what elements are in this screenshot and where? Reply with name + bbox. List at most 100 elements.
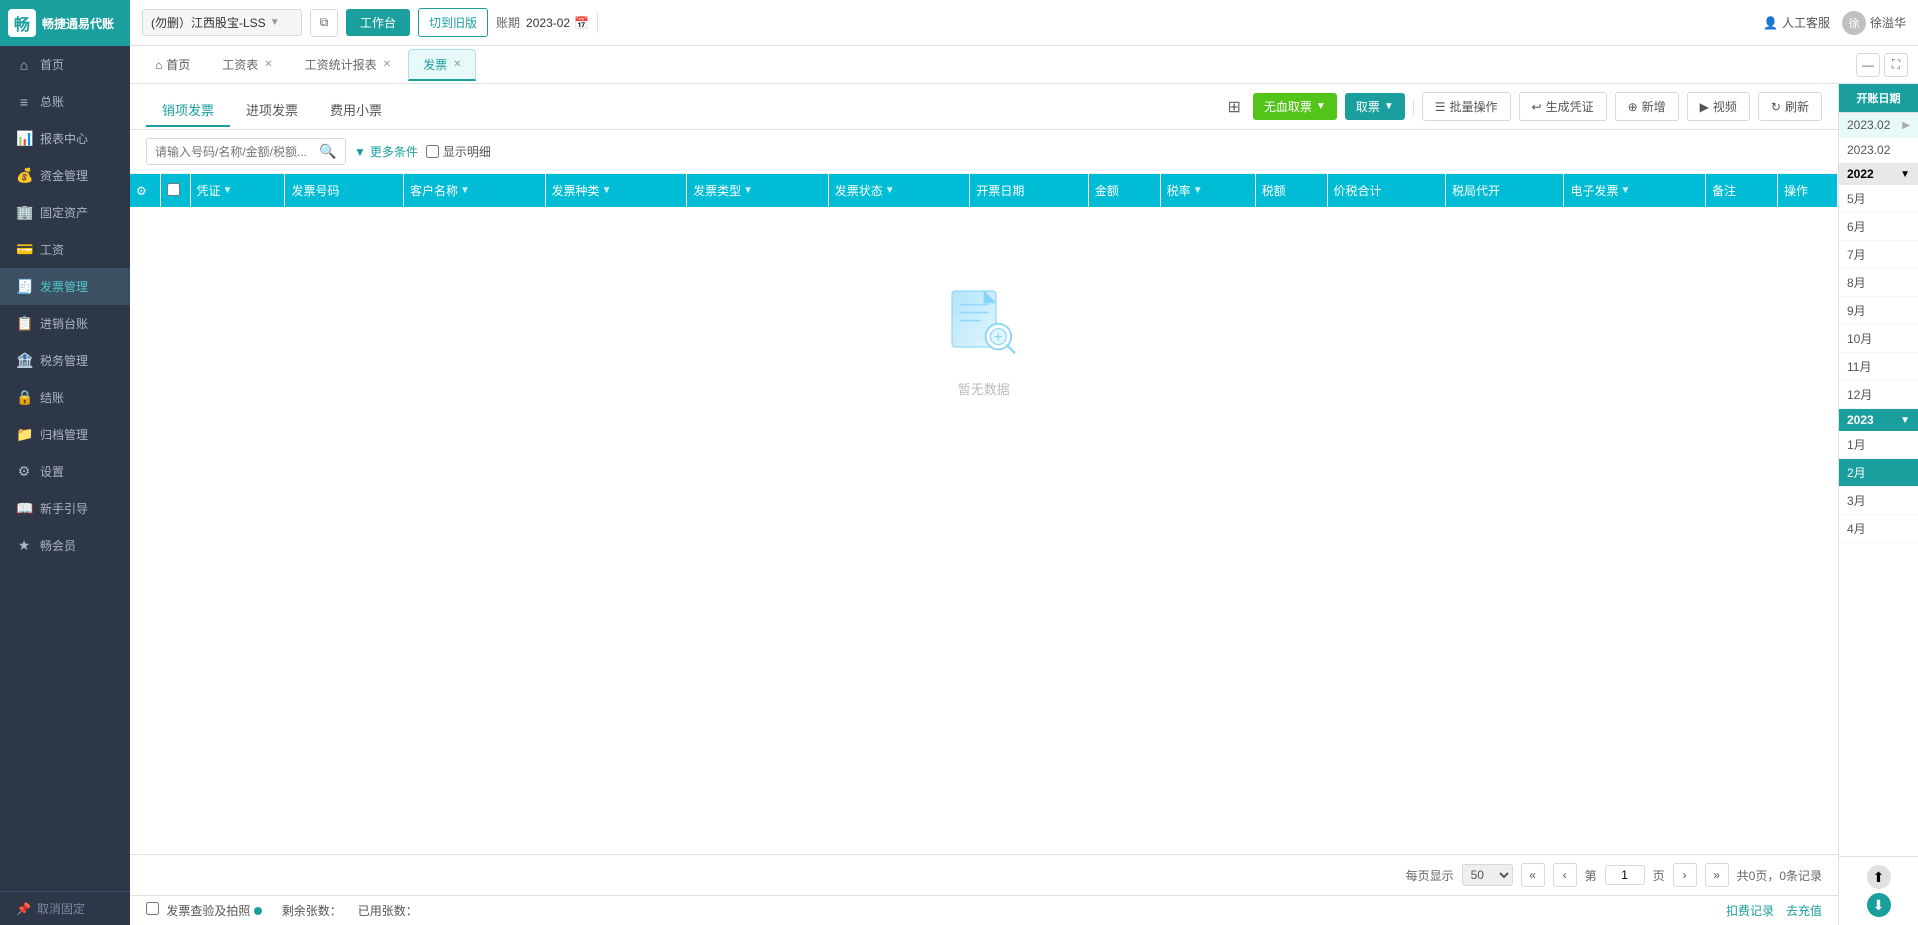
first-page-btn[interactable]: « [1521,863,1545,887]
switch-version-btn[interactable]: 切到旧版 [418,8,488,37]
voucher-filter-icon[interactable]: ▼ [223,185,233,196]
tab-invoice-close-icon[interactable]: ✕ [453,59,461,70]
tab-salary-stats-close-icon[interactable]: ✕ [383,59,391,70]
copy-btn[interactable]: ⧉ [310,9,338,37]
new-invoice-btn[interactable]: ⊕ 新增 [1615,92,1679,121]
last-page-btn[interactable]: » [1705,863,1729,887]
prev-page-btn[interactable]: ‹ [1553,863,1577,887]
sidebar-item-reports[interactable]: 📊 报表中心 [0,120,130,157]
assets-icon: 🏢 [16,204,32,221]
month-2-2023[interactable]: 2月 [1839,459,1918,487]
subtab-sales-invoice[interactable]: 销项发票 [146,94,230,127]
filter-icon: ▼ [354,145,366,159]
month-11-2022[interactable]: 11月 [1839,353,1918,381]
year-2022-header[interactable]: 2022 ▼ [1839,163,1918,185]
search-input[interactable] [155,145,315,159]
month-6-2022[interactable]: 6月 [1839,213,1918,241]
month-10-2022[interactable]: 10月 [1839,325,1918,353]
more-filter-btn[interactable]: ▼ 更多条件 [354,138,418,165]
sidebar-item-sales[interactable]: 📋 进销台账 [0,305,130,342]
invoice-status-filter-icon[interactable]: ▼ [885,185,895,196]
year-2023-header[interactable]: 2023 ▼ [1839,409,1918,431]
deduction-record-link[interactable]: 扣费记录 [1726,902,1774,919]
month-4-2023[interactable]: 4月 [1839,515,1918,543]
sidebar-item-label: 总账 [40,93,64,110]
generate-voucher-btn[interactable]: ↩ 生成凭证 [1519,92,1607,121]
up-scroll-btn[interactable]: ⬆ [1867,865,1891,889]
down-scroll-btn[interactable]: ⬇ [1867,893,1891,917]
sidebar-item-ledger[interactable]: ≡ 总账 [0,83,130,120]
month-7-2022[interactable]: 7月 [1839,241,1918,269]
sidebar-item-funds[interactable]: 💰 资金管理 [0,157,130,194]
customer-filter-icon[interactable]: ▼ [460,185,470,196]
calendar-icon[interactable]: 📅 [574,16,589,30]
batch-ops-btn[interactable]: ☰ 批量操作 [1422,92,1511,121]
tab-salary-stats[interactable]: 工资统计报表 ✕ [290,49,406,80]
subtab-expense-receipt[interactable]: 费用小票 [314,94,398,127]
show-detail-checkbox[interactable] [426,145,439,158]
invoice-type-filter-icon[interactable]: ▼ [602,185,612,196]
date-current-1[interactable]: 2023.02 ▶ [1839,113,1918,138]
tab-invoice[interactable]: 发票 ✕ [408,49,476,81]
take-invoice-btn[interactable]: 取票 ▼ [1345,93,1405,120]
invoices-icon: 🧾 [16,278,32,295]
invoice-table: ⚙ 凭证 ▼ [130,174,1838,478]
recharge-link[interactable]: 去充值 [1786,902,1822,919]
grid-view-icon[interactable]: ⊞ [1223,95,1244,119]
tab-salary-table-close-icon[interactable]: ✕ [264,59,272,70]
month-3-2023[interactable]: 3月 [1839,487,1918,515]
search-bar[interactable]: 🔍 [146,138,346,165]
tab-maximize-btn[interactable]: ⛶ [1884,53,1908,77]
filter-label: 更多条件 [370,143,418,160]
subtab-purchase-invoice[interactable]: 进项发票 [230,94,314,127]
tab-minimize-btn[interactable]: — [1856,53,1880,77]
e-invoice-filter-icon[interactable]: ▼ [1620,185,1630,196]
search-icon[interactable]: 🔍 [319,143,336,160]
open-period-btn[interactable]: 开账日期 [1839,84,1918,113]
next-page-btn[interactable]: › [1673,863,1697,887]
month-12-2022[interactable]: 12月 [1839,381,1918,409]
sidebar-item-assets[interactable]: 🏢 固定资产 [0,194,130,231]
user-info[interactable]: 徐 徐溢华 [1842,11,1906,35]
show-detail-checkbox-label[interactable]: 显示明细 [426,143,491,160]
sidebar-item-close[interactable]: 🔒 结账 [0,379,130,416]
month-5-2022[interactable]: 5月 [1839,185,1918,213]
month-1-2023[interactable]: 1月 [1839,431,1918,459]
empty-text: 暂无数据 [958,379,1010,398]
video-btn[interactable]: ▶ 视频 [1687,92,1750,121]
tax-rate-filter-icon[interactable]: ▼ [1193,185,1203,196]
sidebar-item-settings[interactable]: ⚙ 设置 [0,453,130,490]
month-9-2022[interactable]: 9月 [1839,297,1918,325]
invoice-category-filter-icon[interactable]: ▼ [743,185,753,196]
tab-salary-table[interactable]: 工资表 ✕ [207,49,287,80]
company-selector[interactable]: (勿删）江西股宝-LSS ▼ [142,9,302,36]
sidebar-item-salary[interactable]: 💳 工资 [0,231,130,268]
support-label: 人工客服 [1782,14,1830,31]
page-number-input[interactable] [1605,865,1645,885]
salary-icon: 💳 [16,241,32,258]
select-all-checkbox[interactable] [167,183,180,196]
invoice-check-checkbox[interactable] [146,902,159,915]
date-current-2[interactable]: 2023.02 [1839,138,1918,163]
support-btn[interactable]: 👤 人工客服 [1763,14,1830,31]
sidebar-item-guide[interactable]: 📖 新手引导 [0,490,130,527]
support-icon: 👤 [1763,16,1778,30]
tab-home[interactable]: ⌂ 首页 [140,49,205,80]
topbar: (勿删）江西股宝-LSS ▼ ⧉ 工作台 切到旧版 账期 2023-02 📅 👤… [130,0,1918,46]
page-size-select[interactable]: 10 20 50 100 [1462,864,1513,886]
month-label: 7月 [1847,246,1866,263]
month-8-2022[interactable]: 8月 [1839,269,1918,297]
sidebar-item-member[interactable]: ★ 畅会员 [0,527,130,564]
content-footer: 发票查验及拍照 剩余张数： 已用张数： 扣费记录 去充值 [130,895,1838,925]
sidebar-item-tax[interactable]: 🏦 税务管理 [0,342,130,379]
no-tax-btn[interactable]: 无血取票 ▼ [1253,93,1337,120]
sidebar-item-archive[interactable]: 📁 归档管理 [0,416,130,453]
th-checkbox[interactable] [160,174,190,207]
th-settings[interactable]: ⚙ [130,174,160,207]
work-table-btn[interactable]: 工作台 [346,9,410,36]
sidebar-item-label: 结账 [40,389,64,406]
sidebar-item-invoices[interactable]: 🧾 发票管理 [0,268,130,305]
refresh-btn[interactable]: ↻ 刷新 [1758,92,1822,121]
sidebar-item-home[interactable]: ⌂ 首页 [0,46,130,83]
pin-btn[interactable]: 📌 取消固定 [0,892,130,925]
